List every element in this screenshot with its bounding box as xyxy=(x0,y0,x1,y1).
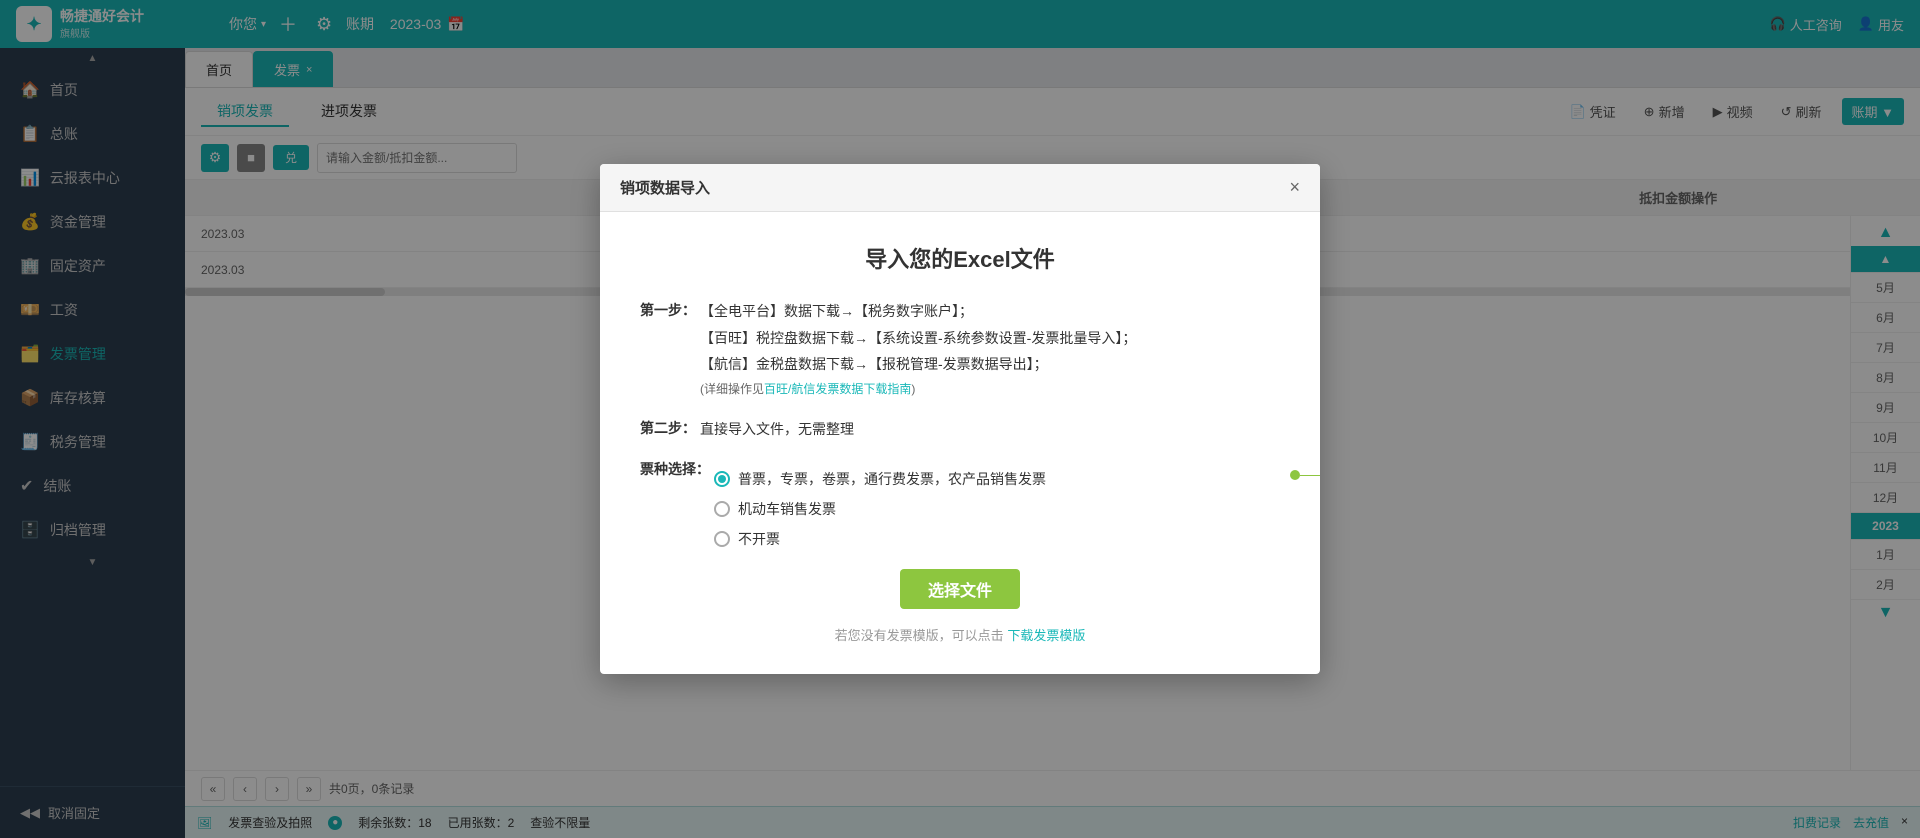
ticket-select-label: 票种选择： xyxy=(640,459,710,479)
radio-circle-2 xyxy=(714,501,730,517)
radio-label-3: 不开票 xyxy=(738,529,780,549)
modal-overlay: 销项数据导入 × 导入您的Excel文件 第一步： 【全电平台】数据下载→【税务… xyxy=(0,0,1920,838)
import-modal: 销项数据导入 × 导入您的Excel文件 第一步： 【全电平台】数据下载→【税务… xyxy=(600,164,1320,674)
download-guide-link[interactable]: 百旺/航信发票数据下载指南 xyxy=(764,382,911,396)
modal-header: 销项数据导入 × xyxy=(600,164,1320,212)
radio-item-no-ticket[interactable]: 不开票 xyxy=(714,529,1046,549)
step1-label: 第一步： xyxy=(640,298,700,401)
select-file-button[interactable]: 选择文件 xyxy=(900,569,1020,609)
modal-footer-note: 若您没有发票模版，可以点击 下载发票模版 xyxy=(640,625,1280,644)
radio-group: 普票，专票，卷票，通行费发票，农产品销售发票 机动车销售发票 不开票 xyxy=(714,469,1046,549)
radio-item-vehicle[interactable]: 机动车销售发票 xyxy=(714,499,1046,519)
tooltip-line xyxy=(1300,475,1320,476)
radio-circle-3 xyxy=(714,531,730,547)
footer-note-text: 若您没有发票模版，可以点击 xyxy=(835,628,1004,643)
modal-title: 销项数据导入 xyxy=(620,177,710,198)
modal-step2: 第二步： 直接导入文件，无需整理 xyxy=(640,416,1280,443)
modal-body: 导入您的Excel文件 第一步： 【全电平台】数据下载→【税务数字账户】； 【百… xyxy=(600,212,1320,674)
step1-line2: 【百旺】税控盘数据下载→【系统设置-系统参数设置-发票批量导入】； xyxy=(700,325,1280,352)
modal-step1: 第一步： 【全电平台】数据下载→【税务数字账户】； 【百旺】税控盘数据下载→【系… xyxy=(640,298,1280,401)
modal-heading: 导入您的Excel文件 xyxy=(640,242,1280,274)
radio-inner-1 xyxy=(718,475,726,483)
modal-close-button[interactable]: × xyxy=(1289,177,1300,198)
ticket-select-section: 票种选择： 普票，专票，卷票，通行费发票，农产品销售发票 机动车销售 xyxy=(640,459,1280,549)
radio-label-2: 机动车销售发票 xyxy=(738,499,836,519)
select-file-area: 选择文件 xyxy=(640,569,1280,609)
step1-note: (详细操作见百旺/航信发票数据下载指南) xyxy=(700,378,1280,401)
step2-label: 第二步： xyxy=(640,416,700,443)
radio-circle-1 xyxy=(714,471,730,487)
step1-content: 【全电平台】数据下载→【税务数字账户】； 【百旺】税控盘数据下载→【系统设置-系… xyxy=(700,298,1280,401)
download-template-link[interactable]: 下载发票模版 xyxy=(1007,628,1085,643)
radio-label-1: 普票，专票，卷票，通行费发票，农产品销售发票 xyxy=(738,469,1046,489)
tooltip-dot xyxy=(1290,470,1300,480)
step2-content: 直接导入文件，无需整理 xyxy=(700,416,1280,443)
step1-line3: 【航信】金税盘数据下载→【报税管理-发票数据导出】； xyxy=(700,351,1280,378)
step1-line1: 【全电平台】数据下载→【税务数字账户】； xyxy=(700,298,1280,325)
radio-item-general[interactable]: 普票，专票，卷票，通行费发票，农产品销售发票 xyxy=(714,469,1046,489)
